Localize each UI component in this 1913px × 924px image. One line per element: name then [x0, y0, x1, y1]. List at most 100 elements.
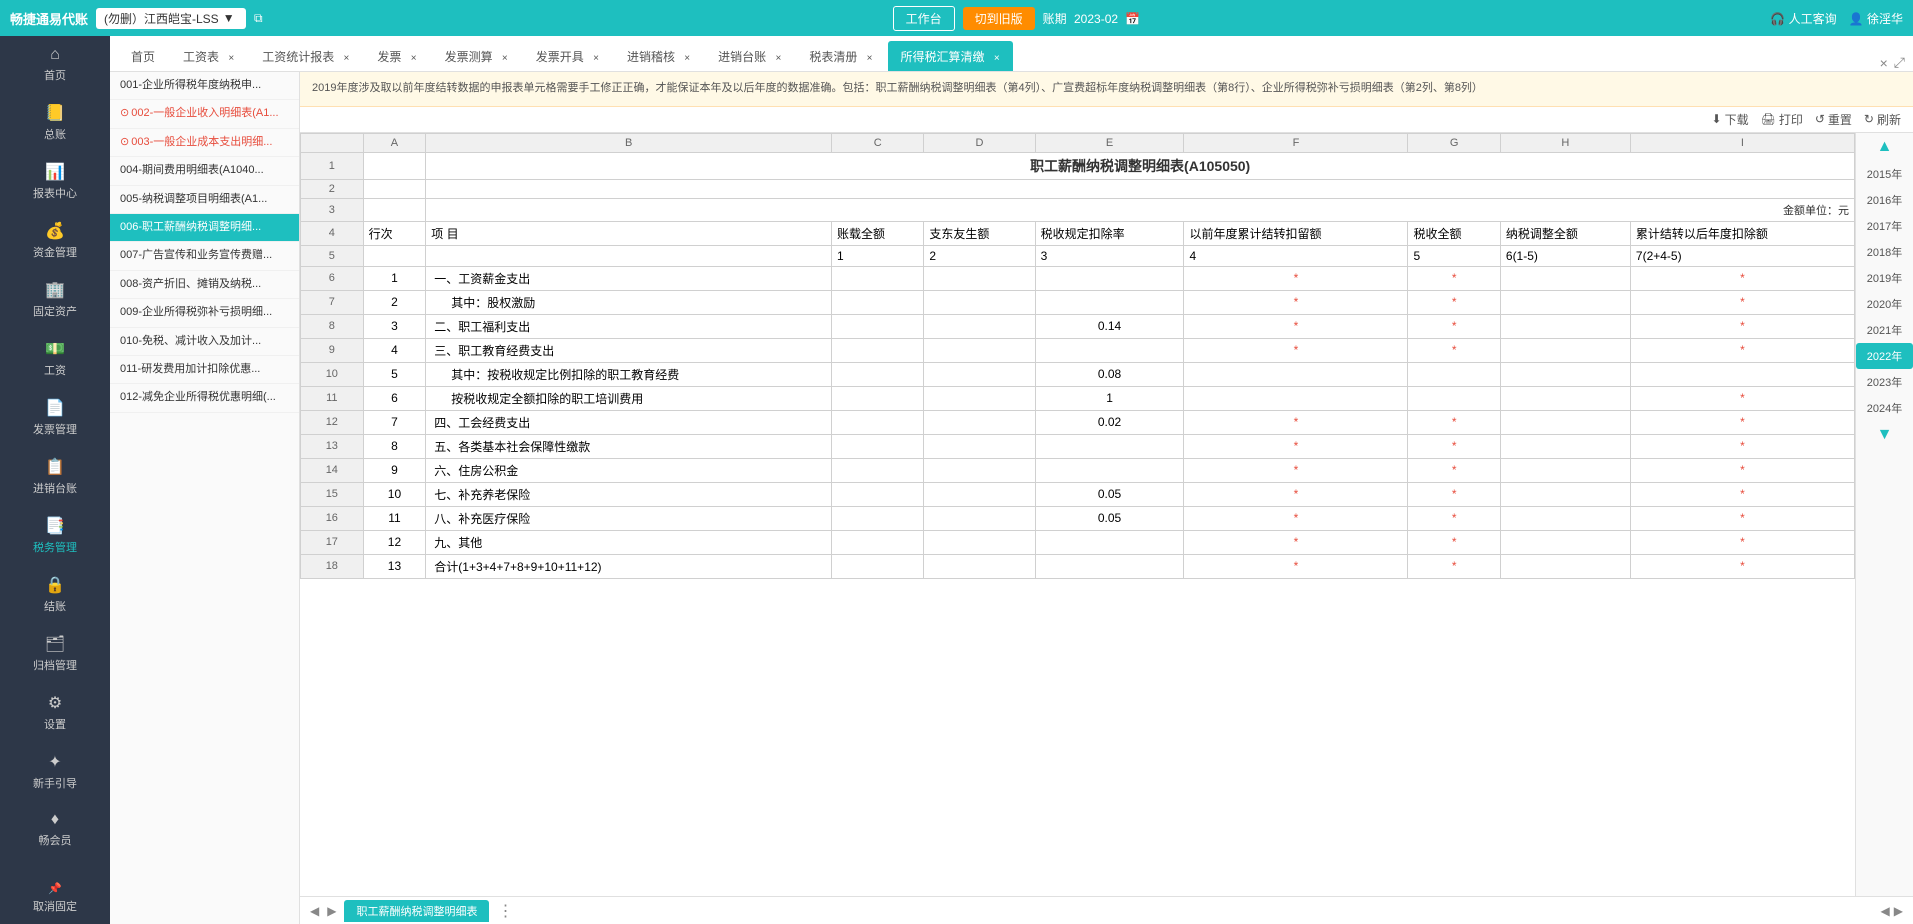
scroll-bottom-right[interactable]: ▶ — [1894, 904, 1903, 918]
bottom-bar: ◀ ▶ 职工薪酬纳税调整明细表 ⋮ ◀ ▶ — [300, 896, 1913, 924]
list-item-010[interactable]: 010-免税、减计收入及加计... — [110, 328, 299, 356]
list-item-009[interactable]: 009-企业所得税弥补亏损明细... — [110, 299, 299, 327]
list-item-004[interactable]: 004-期间费用明细表(A1040... — [110, 157, 299, 185]
year-item-2019[interactable]: 2019年 — [1856, 265, 1913, 291]
reset-icon: ↺ — [1815, 112, 1825, 126]
year-item-2018[interactable]: 2018年 — [1856, 239, 1913, 265]
sidebar-item-label: 首页 — [44, 67, 66, 83]
tab-purchase-ledger[interactable]: 进销台账 × — [705, 41, 794, 71]
close-icon[interactable]: × — [411, 53, 417, 64]
sidebar-item-purchase[interactable]: 📋 进销台账 — [0, 447, 110, 506]
sheet-area: A B C D E F G H I — [300, 133, 1855, 896]
table-row: 6 1 一、工资薪金支出 * * — [301, 266, 1855, 290]
tab-invoice-calc[interactable]: 发票测算 × — [432, 41, 521, 71]
cancel-pin-button[interactable]: 📌 取消固定 — [0, 872, 110, 924]
scroll-bottom-left[interactable]: ◀ — [1881, 904, 1890, 918]
tab-salary-stat[interactable]: 工资统计报表 × — [249, 41, 362, 71]
tab-tax-clear[interactable]: 税表清册 × — [796, 41, 885, 71]
warning-bar: 2019年度涉及取以前年度结转数据的申报表单元格需要手工修正正确，才能保证本年及… — [300, 72, 1913, 107]
sidebar-item-label: 资金管理 — [33, 244, 77, 260]
inner-content: 001-企业所得税年度纳税申... ⊙002-一般企业收入明细表(A1... ⊙… — [110, 72, 1913, 924]
sidebar-item-invoice[interactable]: 📄 发票管理 — [0, 388, 110, 447]
sidebar-item-member[interactable]: ♦ 畅会员 — [0, 801, 110, 858]
list-item-008[interactable]: 008-资产折旧、摊销及纳税... — [110, 271, 299, 299]
sheet-menu-icon[interactable]: ⋮ — [497, 901, 513, 921]
tab-income-tax[interactable]: 所得税汇算清缴 × — [888, 41, 1013, 71]
reset-button[interactable]: ↺ 重置 — [1815, 111, 1852, 128]
year-item-2021[interactable]: 2021年 — [1856, 317, 1913, 343]
col-header-A: A — [363, 133, 426, 152]
period-label: 账期 2023-02 📅 — [1043, 10, 1141, 27]
year-item-2017[interactable]: 2017年 — [1856, 213, 1913, 239]
capital-icon: 💰 — [45, 221, 65, 241]
close-icon[interactable]: × — [502, 53, 508, 64]
sidebar-item-settings[interactable]: ⚙ 设置 — [0, 683, 110, 742]
tax-icon: 📑 — [45, 516, 65, 536]
headset-icon: 🎧 — [1770, 12, 1785, 26]
sheet-title: 职工薪酬纳税调整明细表(A105050) — [426, 152, 1855, 179]
tab-home[interactable]: 首页 — [118, 41, 168, 71]
list-item-006[interactable]: 006-职工薪酬纳税调整明细... — [110, 214, 299, 242]
table-row: 8 3 二、职工福利支出 0.14 * * — [301, 314, 1855, 338]
sidebar-item-assets[interactable]: 🏢 固定资产 — [0, 270, 110, 329]
switch-button[interactable]: 切到旧版 — [963, 7, 1035, 30]
year-item-2020[interactable]: 2020年 — [1856, 291, 1913, 317]
sidebar-item-tax[interactable]: 📑 税务管理 — [0, 506, 110, 565]
tab-salary[interactable]: 工资表 × — [170, 41, 247, 71]
sidebar-item-ledger[interactable]: 📒 总账 — [0, 93, 110, 152]
company-selector[interactable]: (勿删）江西皑宝-LSS ▼ — [96, 8, 246, 29]
scroll-left-icon[interactable]: ◀ — [310, 904, 319, 918]
close-icon[interactable]: × — [867, 53, 873, 64]
close-icon[interactable]: × — [684, 53, 690, 64]
sidebar-item-salary[interactable]: 💵 工资 — [0, 329, 110, 388]
print-button[interactable]: 🖨 打印 — [1761, 111, 1803, 128]
workspace-button[interactable]: 工作台 — [893, 6, 955, 31]
copy-icon[interactable]: ⧉ — [254, 11, 263, 26]
sidebar-item-report[interactable]: 📊 报表中心 — [0, 152, 110, 211]
calendar-icon[interactable]: 📅 — [1125, 12, 1140, 26]
close-icon[interactable]: × — [994, 53, 1000, 64]
list-item-003[interactable]: ⊙003-一般企业成本支出明细... — [110, 129, 299, 157]
list-item-002[interactable]: ⊙002-一般企业收入明细表(A1... — [110, 100, 299, 128]
close-icon[interactable]: × — [228, 53, 234, 64]
table-row: 10 5 其中：按税收规定比例扣除的职工教育经费 0.08 — [301, 362, 1855, 386]
sheet-tab[interactable]: 职工薪酬纳税调整明细表 — [344, 900, 489, 922]
support-link[interactable]: 🎧 人工客询 — [1770, 10, 1836, 27]
user-avatar[interactable]: 👤 徐淫华 — [1849, 10, 1903, 27]
tab-expand[interactable]: ⤢ — [1894, 54, 1905, 71]
year-item-2015[interactable]: 2015年 — [1856, 161, 1913, 187]
purchase-icon: 📋 — [45, 457, 65, 477]
refresh-button[interactable]: ↻ 刷新 — [1864, 111, 1901, 128]
close-icon[interactable]: × — [775, 53, 781, 64]
close-icon[interactable]: × — [593, 53, 599, 64]
year-nav-down[interactable]: ▼ — [1872, 421, 1898, 449]
sidebar-item-home[interactable]: ⌂ 首页 — [0, 36, 110, 93]
year-item-2022[interactable]: 2022年 — [1856, 343, 1913, 369]
table-row-header: 4 行次 项 目 账载全额 支东友生额 税收规定扣除率 以前年度累计结转扣留额 … — [301, 221, 1855, 245]
tab-purchase-check[interactable]: 进销稽核 × — [614, 41, 703, 71]
tab-invoice-open[interactable]: 发票开具 × — [523, 41, 612, 71]
sidebar-bottom: 📌 取消固定 — [0, 872, 110, 924]
sidebar-item-label: 归档管理 — [33, 657, 77, 673]
list-item-012[interactable]: 012-减免企业所得税优惠明细(... — [110, 384, 299, 412]
sidebar-item-label: 新手引导 — [33, 775, 77, 791]
tab-invoice[interactable]: 发票 × — [364, 41, 429, 71]
list-item-011[interactable]: 011-研发费用加计扣除优惠... — [110, 356, 299, 384]
close-icon[interactable]: × — [344, 53, 350, 64]
year-nav-up[interactable]: ▲ — [1872, 133, 1898, 161]
sidebar-item-closing[interactable]: 🔒 结账 — [0, 565, 110, 624]
scroll-right-icon[interactable]: ▶ — [327, 904, 336, 918]
year-item-2023[interactable]: 2023年 — [1856, 369, 1913, 395]
year-item-2024[interactable]: 2024年 — [1856, 395, 1913, 421]
tab-close-all[interactable]: × — [1880, 55, 1888, 71]
year-item-2016[interactable]: 2016年 — [1856, 187, 1913, 213]
salary-icon: 💵 — [45, 339, 65, 359]
download-button[interactable]: ⬇ 下载 — [1712, 111, 1749, 128]
sidebar-item-wizard[interactable]: ✦ 新手引导 — [0, 742, 110, 801]
list-item-005[interactable]: 005-纳税调整项目明细表(A1... — [110, 186, 299, 214]
sidebar-item-archive[interactable]: 🗂 归档管理 — [0, 624, 110, 683]
list-item-001[interactable]: 001-企业所得税年度纳税申... — [110, 72, 299, 100]
sidebar-item-capital[interactable]: 💰 资金管理 — [0, 211, 110, 270]
list-item-007[interactable]: 007-广告宣传和业务宣传费赠... — [110, 242, 299, 270]
col-header-B: B — [426, 133, 832, 152]
